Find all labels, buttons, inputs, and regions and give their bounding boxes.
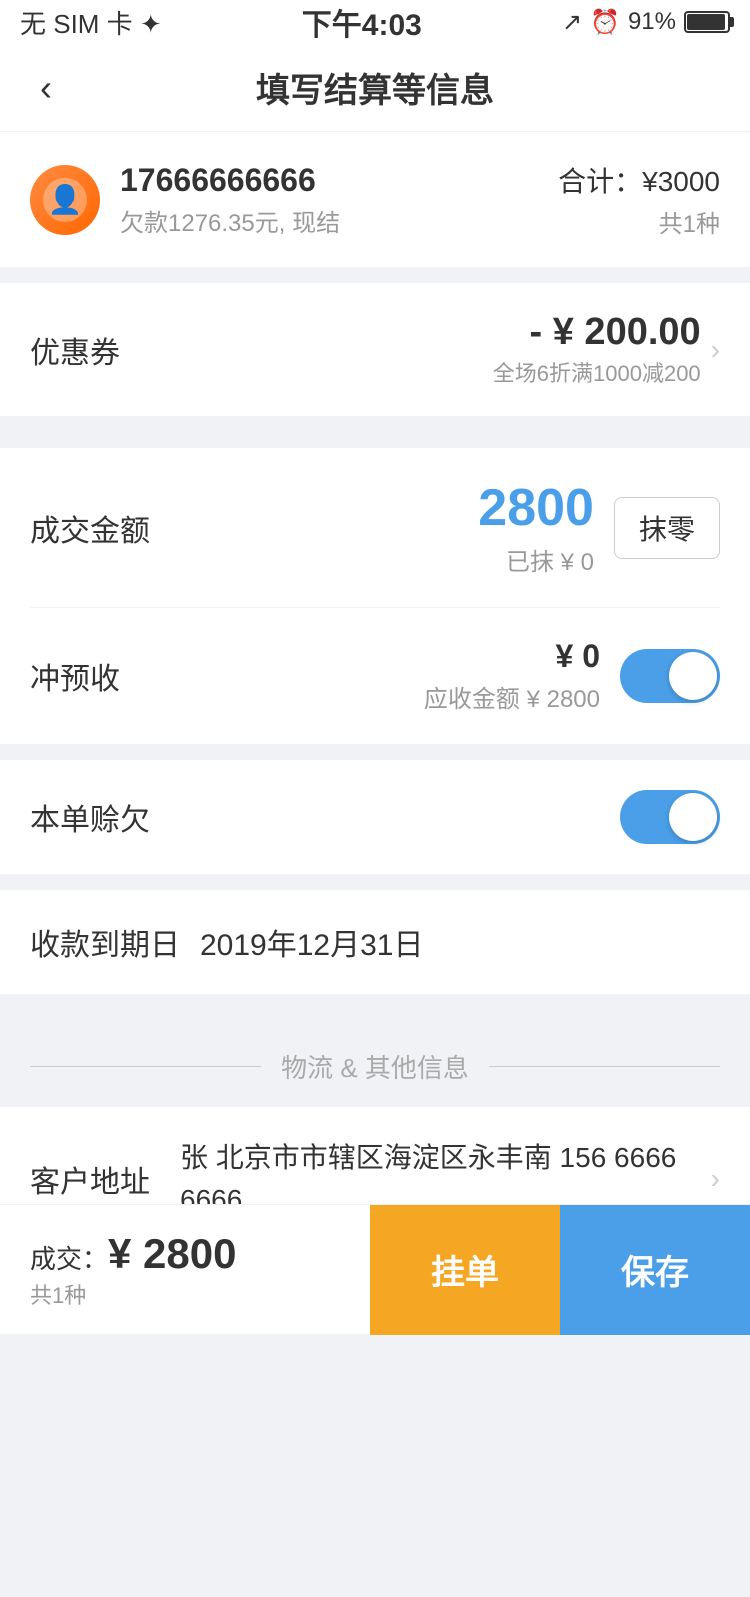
status-left: 无 SIM 卡 ✦ xyxy=(20,4,162,41)
deal-amount-row: 成交金额 2800 已抹 ¥ 0 抹零 xyxy=(30,448,720,608)
duedate-label: 收款到期日 xyxy=(30,920,180,964)
customer-info: 17666666666 欠款1276.35元, 现结 xyxy=(120,162,340,238)
duedate-value: 2019年12月31日 xyxy=(200,920,423,964)
chevron-right-icon: › xyxy=(711,334,720,366)
save-button[interactable]: 保存 xyxy=(560,1205,750,1335)
section-divider-3 xyxy=(0,1010,750,1026)
duedate-row: 收款到期日 2019年12月31日 xyxy=(30,920,720,964)
page-title: 填写结算等信息 xyxy=(256,63,494,112)
logistics-line-left xyxy=(30,1066,261,1067)
amount-section: 成交金额 2800 已抹 ¥ 0 抹零 冲预收 ¥ 0 应收金额 ¥ 2800 xyxy=(0,448,750,744)
bottom-deal-amount: ¥ 2800 xyxy=(108,1230,236,1277)
avatar-inner: 👤 xyxy=(43,178,87,222)
location-icon: ↗ xyxy=(562,8,582,37)
coupon-values: - ¥ 200.00 全场6折满1000减200 xyxy=(493,311,701,388)
toggle-knob xyxy=(669,652,717,700)
coupon-amount: - ¥ 200.00 xyxy=(493,311,701,354)
prepay-row: 冲预收 ¥ 0 应收金额 ¥ 2800 xyxy=(30,608,720,744)
deal-amount-wrap: 2800 已抹 ¥ 0 xyxy=(478,478,594,577)
coupon-label: 优惠券 xyxy=(30,328,120,372)
status-bar: 无 SIM 卡 ✦ 下午4:03 ↗ ⏰ 91% xyxy=(0,0,750,44)
duedate-section: 收款到期日 2019年12月31日 xyxy=(0,890,750,994)
prepay-toggle[interactable] xyxy=(620,649,720,703)
coupon-right: - ¥ 200.00 全场6折满1000减200 › xyxy=(493,311,720,388)
coupon-desc: 全场6折满1000减200 xyxy=(493,356,701,388)
back-button[interactable]: ‹ xyxy=(30,57,62,119)
customer-left: 👤 17666666666 欠款1276.35元, 现结 xyxy=(30,162,340,238)
avatar: 👤 xyxy=(30,165,100,235)
deal-amount-sub: 已抹 ¥ 0 xyxy=(478,542,594,577)
alarm-icon: ⏰ xyxy=(590,8,620,37)
battery-icon xyxy=(684,11,730,33)
bottom-summary: 成交：¥ 2800 共1种 xyxy=(0,1230,370,1310)
prepay-amount: ¥ 0 xyxy=(424,638,600,675)
total-count: 共1种 xyxy=(558,204,720,239)
avatar-person-icon: 👤 xyxy=(48,183,83,216)
address-label: 客户地址 xyxy=(30,1157,150,1201)
logistics-divider: 物流 & 其他信息 xyxy=(0,1026,750,1107)
content: 👤 17666666666 欠款1276.35元, 现结 合计：¥3000 共1… xyxy=(0,132,750,1597)
debt-label: 本单赊欠 xyxy=(30,795,150,839)
section-divider-2 xyxy=(0,744,750,760)
pending-button[interactable]: 挂单 xyxy=(370,1205,560,1335)
deal-amount-value: 2800 xyxy=(478,478,594,538)
status-right: ↗ ⏰ 91% xyxy=(562,8,730,37)
bottom-bar: 成交：¥ 2800 共1种 挂单 保存 xyxy=(0,1204,750,1334)
sim-status: 无 SIM 卡 ✦ xyxy=(20,4,162,41)
total-label: 合计：¥3000 xyxy=(558,160,720,200)
battery-percent: 91% xyxy=(628,8,676,36)
customer-right: 合计：¥3000 共1种 xyxy=(558,160,720,239)
debt-toggle[interactable] xyxy=(620,790,720,844)
section-divider-1 xyxy=(0,432,750,448)
deal-amount-label: 成交金额 xyxy=(30,506,150,550)
customer-phone: 17666666666 xyxy=(120,162,340,199)
bottom-deal-label: 成交：¥ 2800 xyxy=(30,1230,340,1278)
coupon-row[interactable]: 优惠券 - ¥ 200.00 全场6折满1000减200 › xyxy=(0,283,750,416)
customer-card: 👤 17666666666 欠款1276.35元, 现结 合计：¥3000 共1… xyxy=(0,132,750,267)
debt-section: 本单赊欠 xyxy=(0,760,750,874)
prepay-right: ¥ 0 应收金额 ¥ 2800 xyxy=(424,638,720,714)
nav-bar: ‹ 填写结算等信息 xyxy=(0,44,750,132)
prepay-sub: 应收金额 ¥ 2800 xyxy=(424,679,600,714)
logistics-line-right xyxy=(489,1066,720,1067)
round-zero-button[interactable]: 抹零 xyxy=(614,497,720,559)
logistics-text: 物流 & 其他信息 xyxy=(281,1048,469,1085)
bottom-count: 共1种 xyxy=(30,1278,340,1310)
address-chevron-icon: › xyxy=(711,1163,720,1195)
status-time: 下午4:03 xyxy=(302,0,422,44)
debt-toggle-knob xyxy=(669,793,717,841)
customer-debt: 欠款1276.35元, 现结 xyxy=(120,203,340,238)
prepay-label: 冲预收 xyxy=(30,654,120,698)
prepay-values: ¥ 0 应收金额 ¥ 2800 xyxy=(424,638,600,714)
deal-amount-right: 2800 已抹 ¥ 0 抹零 xyxy=(478,478,720,577)
